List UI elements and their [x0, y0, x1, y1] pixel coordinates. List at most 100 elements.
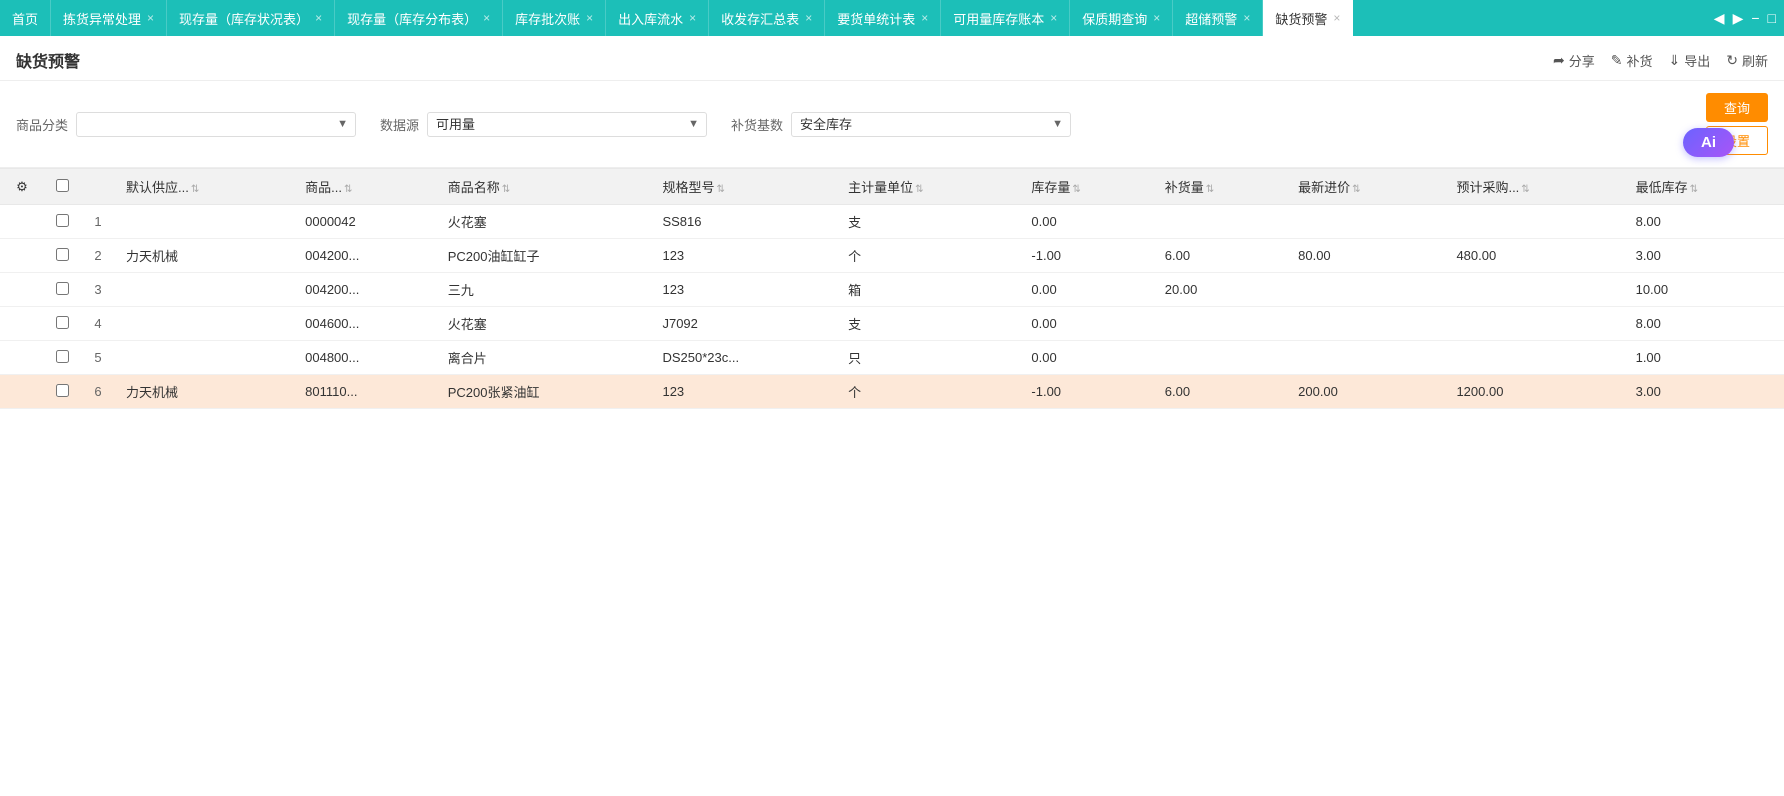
row-checkbox[interactable]	[56, 248, 69, 261]
query-button[interactable]: 查询	[1706, 93, 1768, 122]
row-product-name: PC200油缸缸子	[438, 239, 653, 273]
th-unit[interactable]: 主计量单位⇅	[838, 169, 1021, 205]
row-checkbox[interactable]	[56, 350, 69, 363]
replenish-base-select-wrapper: 安全库存 ▼	[791, 112, 1071, 137]
tab-close-stock-status[interactable]: ×	[315, 11, 322, 25]
th-min-stock[interactable]: 最低库存⇅	[1626, 169, 1784, 205]
row-product-name: 三九	[438, 273, 653, 307]
row-unit: 个	[838, 375, 1021, 409]
row-num: 4	[80, 307, 116, 341]
th-estimated-purchase[interactable]: 预计采购...⇅	[1446, 169, 1625, 205]
sort-spec-icon: ⇅	[716, 184, 724, 195]
th-gear[interactable]: ⚙	[0, 169, 44, 205]
tab-available-stock[interactable]: 可用量库存账本 ×	[941, 0, 1070, 36]
row-gear-cell	[0, 273, 44, 307]
tab-overstock[interactable]: 超储预警 ×	[1173, 0, 1263, 36]
tab-maximize-icon[interactable]: □	[1764, 8, 1780, 28]
row-latest-price	[1288, 273, 1446, 307]
row-checkbox-cell[interactable]	[44, 375, 80, 409]
tab-shortage[interactable]: 缺货预警 ×	[1263, 0, 1353, 36]
tab-minimize-icon[interactable]: −	[1747, 8, 1763, 28]
row-gear-cell	[0, 205, 44, 239]
datasource-label: 数据源	[380, 115, 419, 134]
tab-home[interactable]: 首页	[0, 0, 51, 36]
row-checkbox-cell[interactable]	[44, 273, 80, 307]
tab-bar: 首页 拣货异常处理 × 现存量（库存状况表） × 现存量（库存分布表） × 库存…	[0, 0, 1784, 36]
sort-name-icon: ⇅	[502, 184, 510, 195]
row-product-code: 801110...	[295, 375, 438, 409]
row-latest-price: 80.00	[1288, 239, 1446, 273]
export-icon: ⇓	[1669, 52, 1681, 69]
tab-close-order-stats[interactable]: ×	[921, 11, 928, 25]
row-min-stock: 8.00	[1626, 307, 1784, 341]
tab-close-summary[interactable]: ×	[805, 11, 812, 25]
export-button[interactable]: ⇓ 导出	[1669, 51, 1711, 70]
th-replenish[interactable]: 补货量⇅	[1155, 169, 1288, 205]
row-default-supplier	[116, 307, 295, 341]
replenish-button[interactable]: ✎ 补货	[1611, 51, 1653, 70]
row-gear-cell	[0, 341, 44, 375]
row-checkbox-cell[interactable]	[44, 307, 80, 341]
row-num: 6	[80, 375, 116, 409]
tab-close-stock-dist[interactable]: ×	[483, 11, 490, 25]
tab-close-available-stock[interactable]: ×	[1050, 11, 1057, 25]
ai-button[interactable]: Ai	[1683, 128, 1734, 157]
share-icon: ➦	[1553, 52, 1565, 69]
tab-summary[interactable]: 收发存汇总表 ×	[709, 0, 825, 36]
row-default-supplier: 力天机械	[116, 239, 295, 273]
tab-stock-status[interactable]: 现存量（库存状况表） ×	[167, 0, 335, 36]
select-all-checkbox[interactable]	[56, 179, 69, 192]
tab-scroll-left-icon[interactable]: ◀	[1710, 8, 1729, 29]
row-stock: 0.00	[1021, 205, 1154, 239]
tab-close-shortage[interactable]: ×	[1333, 11, 1340, 25]
row-latest-price: 200.00	[1288, 375, 1446, 409]
share-button[interactable]: ➦ 分享	[1553, 51, 1595, 70]
row-checkbox-cell[interactable]	[44, 341, 80, 375]
gear-icon[interactable]: ⚙	[16, 179, 28, 194]
tab-stock-dist[interactable]: 现存量（库存分布表） ×	[335, 0, 503, 36]
tab-close-overstock[interactable]: ×	[1243, 11, 1250, 25]
row-product-code: 004800...	[295, 341, 438, 375]
row-estimated-purchase	[1446, 273, 1625, 307]
tab-inout-flow[interactable]: 出入库流水 ×	[606, 0, 709, 36]
row-checkbox[interactable]	[56, 384, 69, 397]
refresh-button[interactable]: ↻ 刷新	[1726, 51, 1768, 70]
sort-min-stock-icon: ⇅	[1690, 184, 1698, 195]
th-stock[interactable]: 库存量⇅	[1021, 169, 1154, 205]
th-latest-price[interactable]: 最新进价⇅	[1288, 169, 1446, 205]
row-checkbox-cell[interactable]	[44, 205, 80, 239]
row-unit: 支	[838, 307, 1021, 341]
th-checkbox[interactable]	[44, 169, 80, 205]
sort-unit-icon: ⇅	[915, 184, 923, 195]
th-default-supplier[interactable]: 默认供应...⇅	[116, 169, 295, 205]
tab-close-batch[interactable]: ×	[586, 11, 593, 25]
tab-batch[interactable]: 库存批次账 ×	[503, 0, 606, 36]
replenish-icon: ✎	[1611, 52, 1623, 69]
replenish-base-select[interactable]: 安全库存	[791, 112, 1071, 137]
tab-scroll-right-icon[interactable]: ▶	[1729, 8, 1748, 29]
row-stock: 0.00	[1021, 307, 1154, 341]
tab-close-expiry[interactable]: ×	[1153, 11, 1160, 25]
replenish-base-label: 补货基数	[731, 115, 783, 134]
row-latest-price	[1288, 341, 1446, 375]
row-checkbox[interactable]	[56, 282, 69, 295]
row-stock: -1.00	[1021, 239, 1154, 273]
tab-picking[interactable]: 拣货异常处理 ×	[51, 0, 167, 36]
row-checkbox[interactable]	[56, 214, 69, 227]
th-product-name[interactable]: 商品名称⇅	[438, 169, 653, 205]
row-num: 1	[80, 205, 116, 239]
row-checkbox-cell[interactable]	[44, 239, 80, 273]
th-spec[interactable]: 规格型号⇅	[652, 169, 838, 205]
header-actions: ➦ 分享 ✎ 补货 ⇓ 导出 ↻ 刷新	[1553, 51, 1768, 70]
th-product-code[interactable]: 商品...⇅	[295, 169, 438, 205]
row-stock: -1.00	[1021, 375, 1154, 409]
row-checkbox[interactable]	[56, 316, 69, 329]
table-row: 1 0000042 火花塞 SS816 支 0.00 8.00	[0, 205, 1784, 239]
tab-close-inout-flow[interactable]: ×	[689, 11, 696, 25]
sort-supplier-icon: ⇅	[191, 184, 199, 195]
category-select[interactable]	[76, 112, 356, 137]
datasource-select[interactable]: 可用量	[427, 112, 707, 137]
tab-order-stats[interactable]: 要货单统计表 ×	[825, 0, 941, 36]
tab-expiry[interactable]: 保质期查询 ×	[1070, 0, 1173, 36]
tab-close-picking[interactable]: ×	[147, 11, 154, 25]
